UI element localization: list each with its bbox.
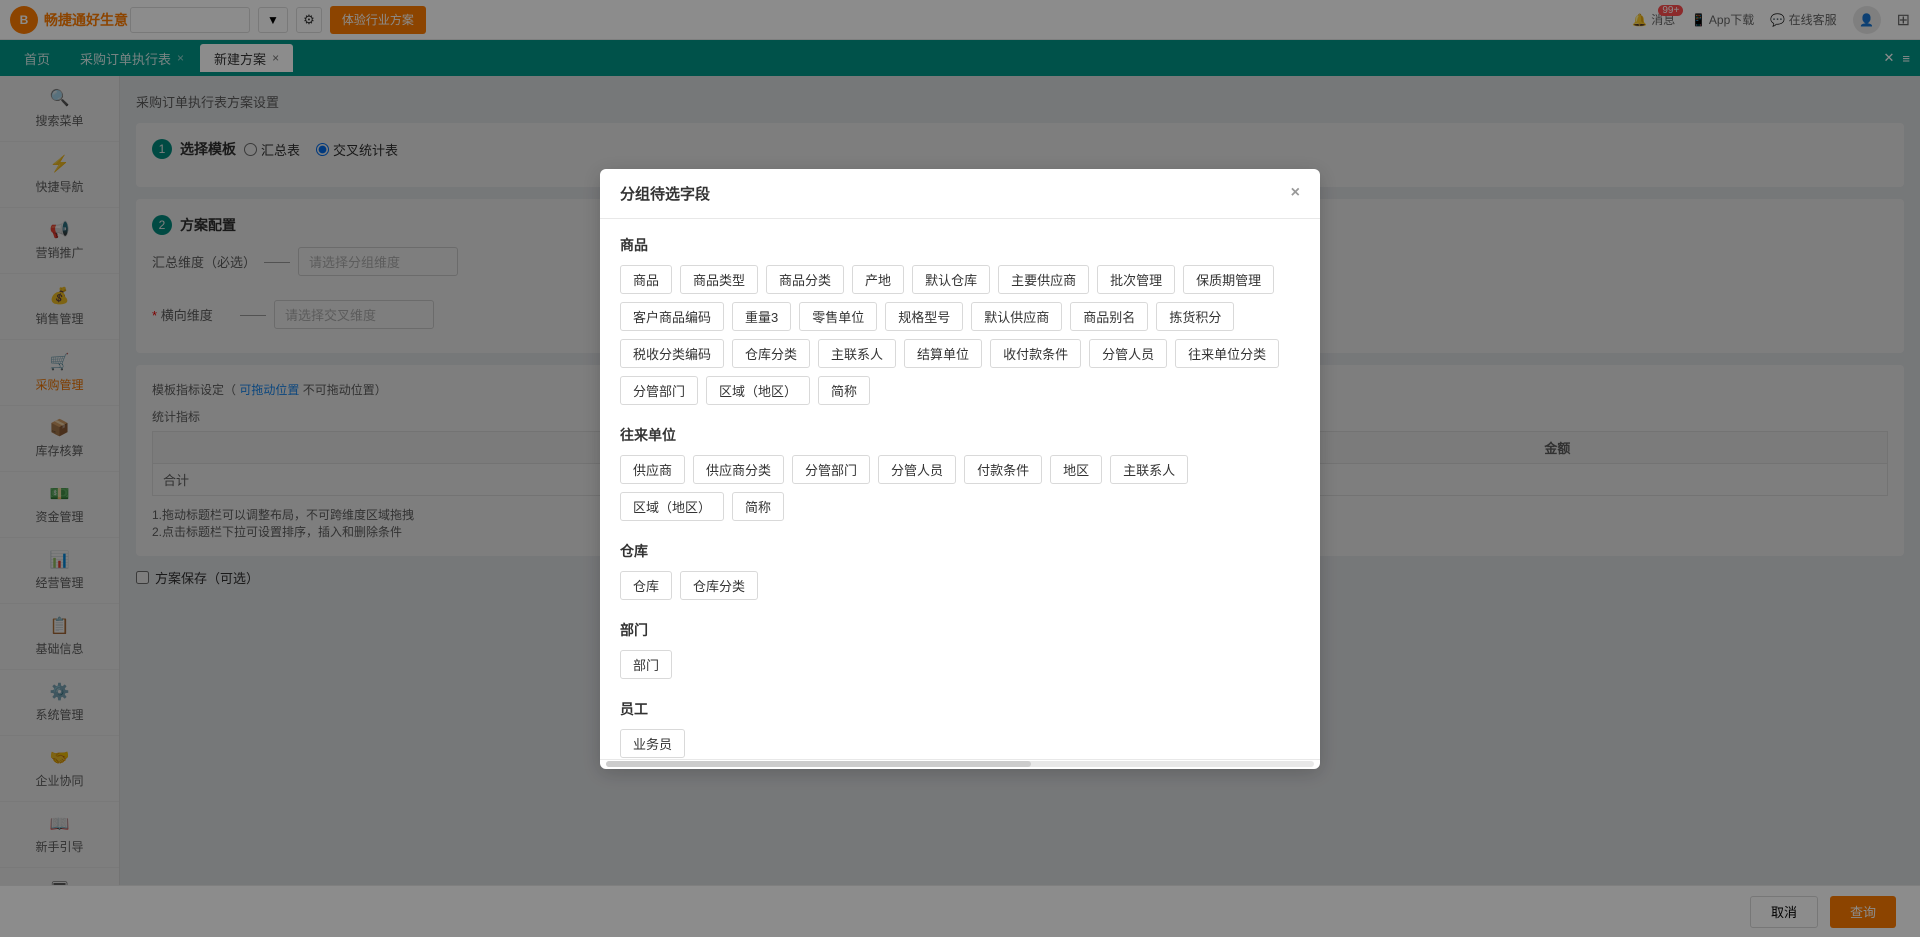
field-chip-0-5[interactable]: 主要供应商 bbox=[998, 265, 1089, 294]
field-group-2: 仓库仓库仓库分类 bbox=[620, 541, 1300, 600]
modal-close-btn[interactable]: × bbox=[1291, 184, 1300, 202]
field-chip-1-3[interactable]: 分管人员 bbox=[878, 455, 956, 484]
field-chip-0-16[interactable]: 仓库分类 bbox=[732, 339, 810, 368]
field-group-title-4: 员工 bbox=[620, 699, 1300, 719]
field-chip-2-1[interactable]: 仓库分类 bbox=[680, 571, 758, 600]
field-group-3: 部门部门 bbox=[620, 620, 1300, 679]
field-chip-0-10[interactable]: 零售单位 bbox=[799, 302, 877, 331]
field-chip-1-2[interactable]: 分管部门 bbox=[792, 455, 870, 484]
field-chip-1-1[interactable]: 供应商分类 bbox=[693, 455, 784, 484]
field-chip-0-23[interactable]: 区域（地区） bbox=[706, 376, 810, 405]
field-chip-0-19[interactable]: 收付款条件 bbox=[990, 339, 1081, 368]
field-chip-1-5[interactable]: 地区 bbox=[1050, 455, 1102, 484]
field-group-1: 往来单位供应商供应商分类分管部门分管人员付款条件地区主联系人区域（地区） 简称 bbox=[620, 425, 1300, 521]
modal-body: 商品商品商品类型商品分类产地默认仓库主要供应商批次管理保质期管理客户商品编码重量… bbox=[600, 219, 1320, 760]
field-chip-0-12[interactable]: 默认供应商 bbox=[971, 302, 1062, 331]
field-group-title-1: 往来单位 bbox=[620, 425, 1300, 445]
field-chip-0-11[interactable]: 规格型号 bbox=[885, 302, 963, 331]
field-chip-0-3[interactable]: 产地 bbox=[852, 265, 904, 294]
field-chip-0-17[interactable]: 主联系人 bbox=[818, 339, 896, 368]
field-chip-0-7[interactable]: 保质期管理 bbox=[1183, 265, 1274, 294]
field-group-4: 员工业务员 bbox=[620, 699, 1300, 758]
field-chip-2-0[interactable]: 仓库 bbox=[620, 571, 672, 600]
field-group-title-3: 部门 bbox=[620, 620, 1300, 640]
field-chip-1-0[interactable]: 供应商 bbox=[620, 455, 685, 484]
field-chip-0-18[interactable]: 结算单位 bbox=[904, 339, 982, 368]
field-chip-1-6[interactable]: 主联系人 bbox=[1110, 455, 1188, 484]
field-chip-0-24[interactable]: 简称 bbox=[818, 376, 870, 405]
field-chips-0: 商品商品类型商品分类产地默认仓库主要供应商批次管理保质期管理客户商品编码重量3 零… bbox=[620, 265, 1300, 405]
field-chip-0-20[interactable]: 分管人员 bbox=[1089, 339, 1167, 368]
field-chip-1-8[interactable]: 简称 bbox=[732, 492, 784, 521]
field-chip-0-15[interactable]: 税收分类编码 bbox=[620, 339, 724, 368]
field-chip-0-9[interactable]: 重量3 bbox=[732, 302, 791, 331]
field-chip-0-21[interactable]: 往来单位分类 bbox=[1175, 339, 1279, 368]
field-chip-0-8[interactable]: 客户商品编码 bbox=[620, 302, 724, 331]
modal-header: 分组待选字段 × bbox=[600, 169, 1320, 219]
modal-title: 分组待选字段 bbox=[620, 183, 710, 204]
field-chip-1-4[interactable]: 付款条件 bbox=[964, 455, 1042, 484]
field-chip-0-1[interactable]: 商品类型 bbox=[680, 265, 758, 294]
field-group-title-0: 商品 bbox=[620, 235, 1300, 255]
field-chips-2: 仓库仓库分类 bbox=[620, 571, 1300, 600]
field-chips-1: 供应商供应商分类分管部门分管人员付款条件地区主联系人区域（地区） 简称 bbox=[620, 455, 1300, 521]
modal-hscroll[interactable] bbox=[600, 759, 1320, 768]
field-chip-0-0[interactable]: 商品 bbox=[620, 265, 672, 294]
field-chip-4-0[interactable]: 业务员 bbox=[620, 729, 685, 758]
field-chips-3: 部门 bbox=[620, 650, 1300, 679]
field-group-0: 商品商品商品类型商品分类产地默认仓库主要供应商批次管理保质期管理客户商品编码重量… bbox=[620, 235, 1300, 405]
field-chip-0-6[interactable]: 批次管理 bbox=[1097, 265, 1175, 294]
modal-dialog: 分组待选字段 × 商品商品商品类型商品分类产地默认仓库主要供应商批次管理保质期管… bbox=[600, 169, 1320, 769]
field-chips-4: 业务员 bbox=[620, 729, 1300, 758]
field-group-title-2: 仓库 bbox=[620, 541, 1300, 561]
field-chip-0-2[interactable]: 商品分类 bbox=[766, 265, 844, 294]
field-chip-1-7[interactable]: 区域（地区） bbox=[620, 492, 724, 521]
field-chip-0-14[interactable]: 拣货积分 bbox=[1156, 302, 1234, 331]
field-chip-0-22[interactable]: 分管部门 bbox=[620, 376, 698, 405]
field-chip-3-0[interactable]: 部门 bbox=[620, 650, 672, 679]
field-chip-0-4[interactable]: 默认仓库 bbox=[912, 265, 990, 294]
field-chip-0-13[interactable]: 商品别名 bbox=[1070, 302, 1148, 331]
